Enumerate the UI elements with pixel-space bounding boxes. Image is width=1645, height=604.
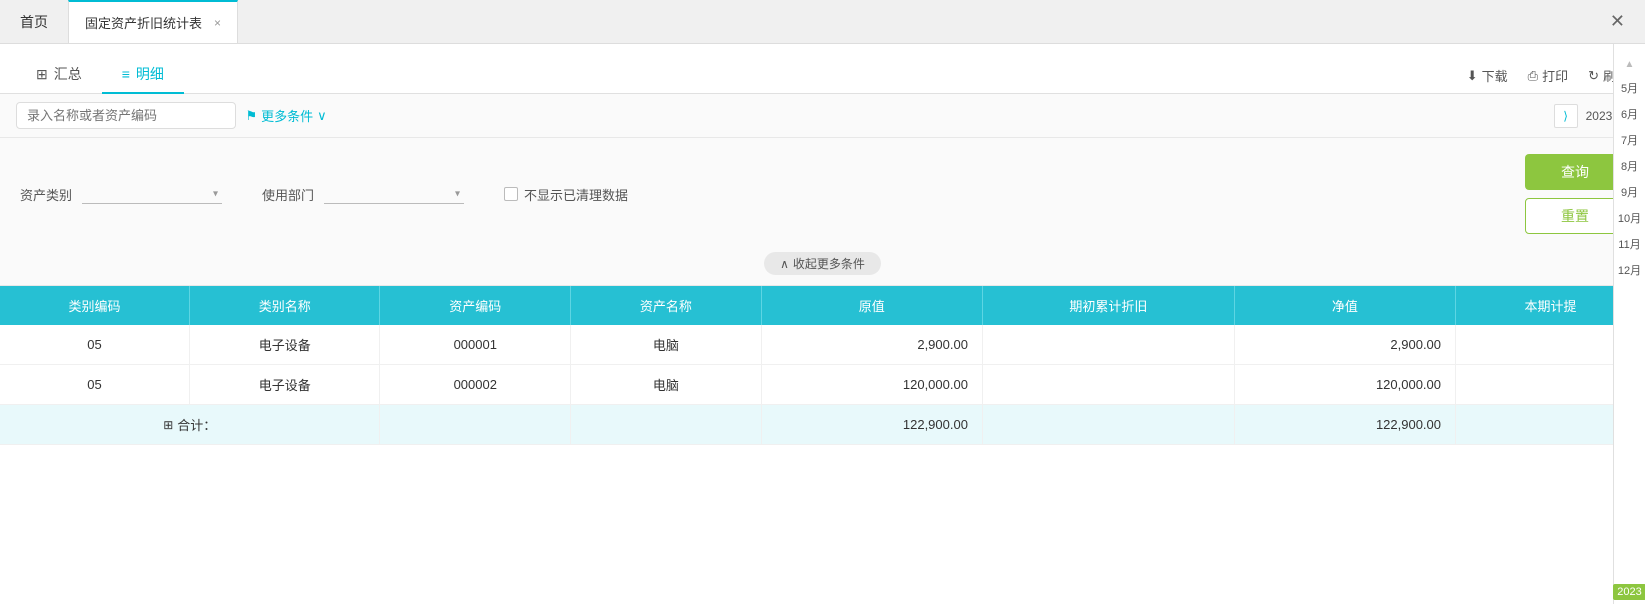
use-dept-select-wrap [324,184,464,204]
cell-accum-depreciation [982,365,1234,405]
collapse-bar: ∧ 收起更多条件 [20,246,1625,277]
sidebar-year-badge[interactable]: 2023 [1613,584,1645,600]
chevron-down-icon: ∨ [317,108,327,124]
total-asset-name [571,405,762,445]
asset-type-label: 资产类别 [20,185,72,204]
asset-type-select[interactable] [82,184,222,204]
data-table: 类别编码 类别名称 资产编码 资产名称 原值 期初累计折旧 净值 本期计提 05… [0,286,1645,445]
query-button[interactable]: 查询 [1525,154,1625,190]
cell-asset-code: 000001 [380,325,571,365]
sub-tab-bar: ⊞ 汇总 ≡ 明细 ⬇ 下载 ⎙ 打印 ↻ 刷新 [0,44,1645,94]
sidebar-nav-up[interactable]: ▲ [1618,54,1642,74]
filter-bar: 🔍 ⚑ 更多条件 ∨ ⟩ 2023.01 [0,94,1645,138]
sidebar-month-7[interactable]: 7月 [1614,128,1645,152]
asset-type-select-wrap [82,184,222,204]
tab-bar: 首页 固定资产折旧统计表 × ✕ [0,0,1645,44]
th-asset-name: 资产名称 [571,286,762,325]
table-container: 类别编码 类别名称 资产编码 资产名称 原值 期初累计折旧 净值 本期计提 05… [0,286,1645,604]
tab-detail[interactable]: ≡ 明细 [102,56,184,94]
refresh-icon: ↻ [1588,68,1599,84]
table-body: 05 电子设备 000001 电脑 2,900.00 2,900.00 05 电… [0,325,1645,445]
tab-summary-label: 汇总 [54,64,82,84]
hide-cleared-checkbox-wrap: 不显示已清理数据 [504,185,628,204]
reset-button[interactable]: 重置 [1525,198,1625,234]
sidebar-month-10[interactable]: 10月 [1614,206,1645,230]
filter-actions: 查询 重置 [1525,154,1625,234]
advanced-filter: 资产类别 使用部门 [0,138,1645,286]
sidebar-month-11[interactable]: 11月 [1614,232,1645,256]
use-dept-label: 使用部门 [262,185,314,204]
th-asset-code: 资产编码 [380,286,571,325]
th-original-value: 原值 [761,286,982,325]
download-icon: ⬇ [1467,68,1478,84]
total-icon: ⊞ [163,418,173,432]
tab-home[interactable]: 首页 [0,0,68,43]
table-row: 05 电子设备 000001 电脑 2,900.00 2,900.00 [0,325,1645,365]
tab-close-icon[interactable]: × [214,16,221,30]
cell-asset-code: 000002 [380,365,571,405]
table-row: 05 电子设备 000002 电脑 120,000.00 120,000.00 [0,365,1645,405]
filter-icon: ⚑ [245,108,257,124]
table-header: 类别编码 类别名称 资产编码 资产名称 原值 期初累计折旧 净值 本期计提 [0,286,1645,325]
hide-cleared-checkbox[interactable] [504,187,518,201]
cell-net-value: 120,000.00 [1234,365,1455,405]
cell-original-value: 2,900.00 [761,325,982,365]
window-close-icon[interactable]: ✕ [1610,11,1645,32]
more-conditions-button[interactable]: ⚑ 更多条件 ∨ [245,106,326,125]
sidebar-month-5[interactable]: 5月 [1614,76,1645,100]
print-button[interactable]: ⎙ 打印 [1528,66,1568,85]
asset-type-field: 资产类别 [20,184,222,204]
cell-original-value: 120,000.00 [761,365,982,405]
total-label-cell: ⊞ 合计： [0,405,380,445]
chevron-up-icon: ∧ [780,257,789,271]
cell-category-name: 电子设备 [189,365,380,405]
use-dept-select[interactable] [324,184,464,204]
th-category-name: 类别名称 [189,286,380,325]
cell-accum-depreciation [982,325,1234,365]
main-content: ⊞ 汇总 ≡ 明细 ⬇ 下载 ⎙ 打印 ↻ 刷新 [0,44,1645,604]
tab-active[interactable]: 固定资产折旧统计表 × [68,0,238,43]
total-label-text: 合计： [177,415,216,434]
th-accum-depreciation: 期初累计折旧 [982,286,1234,325]
cell-category-name: 电子设备 [189,325,380,365]
total-asset-code [380,405,571,445]
hide-cleared-label: 不显示已清理数据 [524,185,628,204]
total-net-value: 122,900.00 [1234,405,1455,445]
cell-asset-name: 电脑 [571,325,762,365]
filter-row-1: 资产类别 使用部门 [20,154,1625,234]
toolbar-actions: ⬇ 下载 ⎙ 打印 ↻ 刷新 [1467,66,1629,93]
cell-net-value: 2,900.00 [1234,325,1455,365]
tab-active-label: 固定资产折旧统计表 [85,13,202,32]
sidebar-month-9[interactable]: 9月 [1614,180,1645,204]
th-category-code: 类别编码 [0,286,189,325]
right-sidebar: ▲ 5月 6月 7月 8月 9月 10月 11月 12月 2023 [1613,44,1645,604]
download-button[interactable]: ⬇ 下载 [1467,66,1508,85]
sidebar-month-6[interactable]: 6月 [1614,102,1645,126]
th-net-value: 净值 [1234,286,1455,325]
collapse-button[interactable]: ∧ 收起更多条件 [764,252,881,275]
print-icon: ⎙ [1528,68,1538,84]
detail-icon: ≡ [122,66,130,82]
tab-summary[interactable]: ⊞ 汇总 [16,56,102,94]
summary-icon: ⊞ [36,66,48,83]
sidebar-month-8[interactable]: 8月 [1614,154,1645,178]
expand-button[interactable]: ⟩ [1554,104,1578,128]
total-row: ⊞ 合计： 122,900.00 122,900.00 [0,405,1645,445]
tab-detail-label: 明细 [136,64,164,84]
sidebar-month-12[interactable]: 12月 [1614,258,1645,282]
search-input[interactable] [16,102,236,129]
cell-asset-name: 电脑 [571,365,762,405]
cell-category-code: 05 [0,365,189,405]
use-dept-field: 使用部门 [262,184,464,204]
total-original-value: 122,900.00 [761,405,982,445]
cell-category-code: 05 [0,325,189,365]
total-accum-depreciation [982,405,1234,445]
